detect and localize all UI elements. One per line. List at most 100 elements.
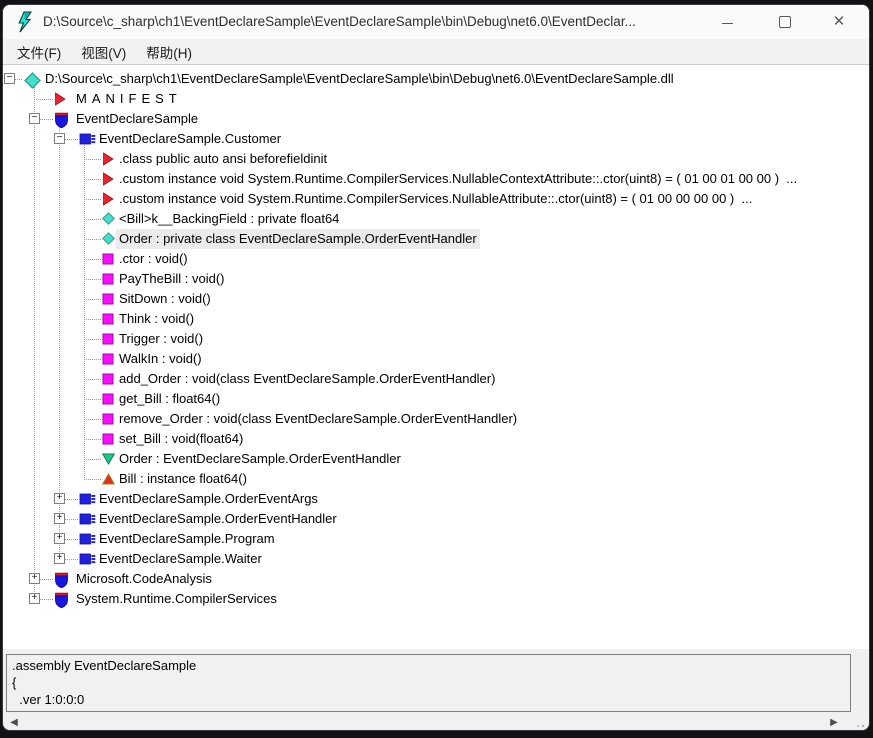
assembly-info-line: .ver 1:0:0:0 xyxy=(12,692,85,707)
tree-item[interactable]: add_Order : void(class EventDeclareSampl… xyxy=(3,369,869,389)
menu-view[interactable]: 视图(V) xyxy=(75,42,132,62)
tree-connector xyxy=(84,259,101,260)
tree-connector xyxy=(84,339,101,340)
tree-item-label: get_Bill : float64() xyxy=(119,391,221,406)
window-title: D:\Source\c_sharp\ch1\EventDeclareSample… xyxy=(43,14,636,29)
tree-item[interactable]: SitDown : void() xyxy=(3,289,869,309)
manifest-icon xyxy=(54,92,72,109)
tree-item-label: EventDeclareSample.Waiter xyxy=(99,551,262,566)
tree-item[interactable]: + EventDeclareSample.OrderEventArgs xyxy=(3,489,869,509)
tree-item[interactable]: Think : void() xyxy=(3,309,869,329)
class-icon xyxy=(79,512,97,529)
tree-item-label: Microsoft.CodeAnalysis xyxy=(76,571,212,586)
tree-item-label: EventDeclareSample.OrderEventArgs xyxy=(99,491,318,506)
tree-item-label: .ctor : void() xyxy=(119,251,188,266)
tree-item[interactable]: Trigger : void() xyxy=(3,329,869,349)
resize-grip-icon[interactable] xyxy=(862,725,864,727)
minimize-icon xyxy=(721,22,733,24)
tree-item-label: <Bill>k__BackingField : private float64 xyxy=(119,211,340,226)
tree-connector xyxy=(84,179,101,180)
tree-item[interactable]: − EventDeclareSample.Customer xyxy=(3,129,869,149)
horizontal-scrollbar[interactable]: ◀ ▶ xyxy=(3,714,869,730)
tree-item[interactable]: .class public auto ansi beforefieldinit xyxy=(3,149,869,169)
class-icon xyxy=(79,552,97,569)
tree-item[interactable]: .ctor : void() xyxy=(3,249,869,269)
assembly-tree[interactable]: − D:\Source\c_sharp\ch1\EventDeclareSampl… xyxy=(3,65,869,649)
tree-item[interactable]: + EventDeclareSample.OrderEventHandler xyxy=(3,509,869,529)
ildasm-window: D:\Source\c_sharp\ch1\EventDeclareSample… xyxy=(2,4,870,731)
tree-item[interactable]: get_Bill : float64() xyxy=(3,389,869,409)
tree-item-label: Trigger : void() xyxy=(119,331,204,346)
expand-toggle[interactable]: + xyxy=(54,513,65,524)
assembly-info-panel: .assembly EventDeclareSample { .ver 1:0:… xyxy=(3,654,869,714)
assembly-icon xyxy=(24,72,42,89)
tree-item[interactable]: Order : EventDeclareSample.OrderEventHan… xyxy=(3,449,869,469)
tree-item-label: .custom instance void System.Runtime.Com… xyxy=(119,191,753,206)
tree-item[interactable]: PayTheBill : void() xyxy=(3,269,869,289)
collapse-toggle[interactable]: − xyxy=(29,113,40,124)
tree-item[interactable]: remove_Order : void(class EventDeclareSa… xyxy=(3,409,869,429)
tree-item[interactable]: <Bill>k__BackingField : private float64 xyxy=(3,209,869,229)
scroll-right-icon[interactable]: ▶ xyxy=(825,714,843,730)
tree-item-label: PayTheBill : void() xyxy=(119,271,225,286)
tree-item[interactable]: set_Bill : void(float64) xyxy=(3,429,869,449)
tree-connector xyxy=(34,99,53,100)
tree-connector xyxy=(84,379,101,380)
tree-connector xyxy=(84,239,101,240)
tree-item[interactable]: + Microsoft.CodeAnalysis xyxy=(3,569,869,589)
expand-toggle[interactable]: + xyxy=(29,573,40,584)
tree-item-label: D:\Source\c_sharp\ch1\EventDeclareSample… xyxy=(45,71,674,86)
tree-item-label: set_Bill : void(float64) xyxy=(119,431,244,446)
tree-item-label: MANIFEST xyxy=(76,91,182,106)
tree-item[interactable]: + EventDeclareSample.Program xyxy=(3,529,869,549)
tree-item-label: SitDown : void() xyxy=(119,291,211,306)
close-icon: ✕ xyxy=(832,13,846,30)
maximize-button[interactable] xyxy=(763,5,807,39)
expand-toggle[interactable]: + xyxy=(54,553,65,564)
menu-file[interactable]: 文件(F) xyxy=(11,42,67,62)
ildasm-lightning-icon xyxy=(15,11,35,33)
tree-item[interactable]: .custom instance void System.Runtime.Com… xyxy=(3,189,869,209)
tree-item[interactable]: .custom instance void System.Runtime.Com… xyxy=(3,169,869,189)
tree-item[interactable]: + System.Runtime.CompilerServices xyxy=(3,589,869,609)
tree-connector xyxy=(15,79,23,80)
tree-connector xyxy=(84,479,101,480)
tree-connector xyxy=(84,279,101,280)
tree-item[interactable]: + EventDeclareSample.Waiter xyxy=(3,549,869,569)
tree-connector xyxy=(65,559,78,560)
expand-toggle[interactable]: + xyxy=(54,533,65,544)
menu-help[interactable]: 帮助(H) xyxy=(140,42,198,62)
expand-toggle[interactable]: + xyxy=(29,593,40,604)
namespace-icon xyxy=(54,592,72,609)
tree-item-label: Think : void() xyxy=(119,311,195,326)
collapse-toggle[interactable]: − xyxy=(54,133,65,144)
tree-connector xyxy=(84,459,101,460)
tree-connector xyxy=(84,199,101,200)
tree-item-label: EventDeclareSample xyxy=(76,111,199,126)
tree-item[interactable]: − EventDeclareSample xyxy=(3,109,869,129)
title-bar: D:\Source\c_sharp\ch1\EventDeclareSample… xyxy=(3,5,869,39)
tree-item[interactable]: MANIFEST xyxy=(3,89,869,109)
close-button[interactable]: ✕ xyxy=(817,5,861,39)
minimize-button[interactable] xyxy=(705,5,749,39)
tree-connector xyxy=(84,419,101,420)
collapse-toggle[interactable]: − xyxy=(4,73,15,84)
scroll-left-icon[interactable]: ◀ xyxy=(5,714,23,730)
tree-item[interactable]: Order : private class EventDeclareSample… xyxy=(3,229,869,249)
expand-toggle[interactable]: + xyxy=(54,493,65,504)
tree-item-label: EventDeclareSample.Customer xyxy=(99,131,282,146)
tree-connector xyxy=(40,579,53,580)
tree-item[interactable]: WalkIn : void() xyxy=(3,349,869,369)
tree-connector xyxy=(84,219,101,220)
tree-item-label: .custom instance void System.Runtime.Com… xyxy=(119,171,798,186)
tree-item-label: EventDeclareSample.OrderEventHandler xyxy=(99,511,337,526)
tree-item-label: add_Order : void(class EventDeclareSampl… xyxy=(119,371,496,386)
tree-connector xyxy=(84,439,101,440)
tree-item-label: .class public auto ansi beforefieldinit xyxy=(119,151,328,166)
tree-item-label: WalkIn : void() xyxy=(119,351,202,366)
class-icon xyxy=(79,132,97,149)
tree-item[interactable]: − D:\Source\c_sharp\ch1\EventDeclareSampl… xyxy=(3,69,869,89)
tree-item[interactable]: Bill : instance float64() xyxy=(3,469,869,489)
tree-connector xyxy=(65,139,78,140)
tree-item-label: Order : EventDeclareSample.OrderEventHan… xyxy=(119,451,401,466)
